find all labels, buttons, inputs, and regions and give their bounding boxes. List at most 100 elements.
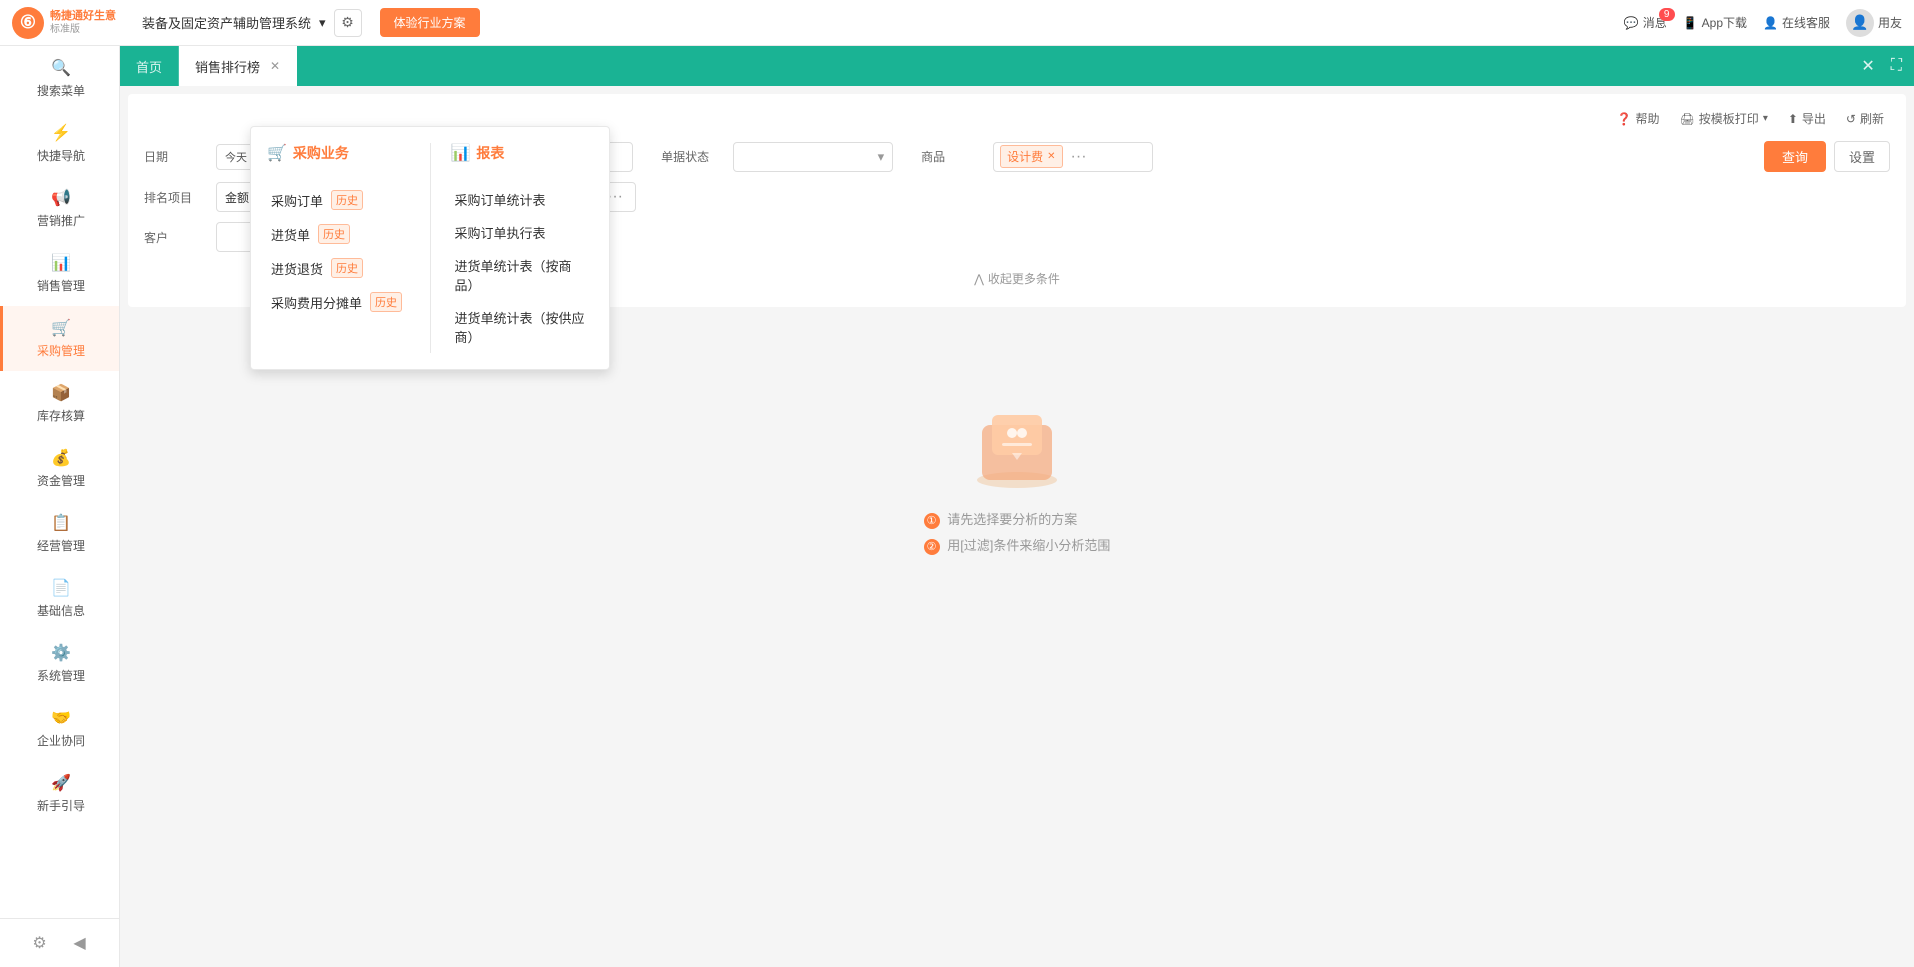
voucher-status-select[interactable]: ▾ bbox=[733, 142, 893, 172]
page-content: ❓ 帮助 🖨 按模板打印 ▾ ⬆ 导出 ↺ bbox=[120, 86, 1914, 967]
action-buttons: 查询 设置 bbox=[1764, 141, 1890, 172]
purchase-expense-label: 采购费用分摊单 bbox=[271, 293, 362, 312]
goods-ellipsis-btn[interactable]: ··· bbox=[1067, 148, 1091, 166]
content-area: 首页 销售排行榜 ✕ ✕ ⛶ ❓ 帮助 bbox=[120, 46, 1914, 967]
sidebar-item-operations[interactable]: 📋 经营管理 bbox=[0, 501, 119, 566]
menu-col-reports: 📊 报表 采购订单统计表 采购订单执行表 进货单统计表（按商品） 进货单统计表（… bbox=[451, 143, 594, 353]
menu-item-purchase-order[interactable]: 采购订单 历史 bbox=[267, 183, 410, 217]
goods-select[interactable]: 设计费 ✕ ··· bbox=[993, 142, 1153, 172]
notification-button[interactable]: 💬 消息 9 bbox=[1624, 14, 1667, 31]
search-icon: 🔍 bbox=[51, 58, 71, 78]
service-icon: 👤 bbox=[1763, 16, 1778, 30]
sidebar-item-sales[interactable]: 📊 销售管理 bbox=[0, 241, 119, 306]
menu-item-inbound-stat-supplier[interactable]: 进货单统计表（按供应商） bbox=[451, 301, 594, 353]
app-download-button[interactable]: 📱 App下载 bbox=[1683, 14, 1747, 31]
sidebar-item-system[interactable]: ⚙️ 系统管理 bbox=[0, 631, 119, 696]
inbound-stat-goods-label: 进货单统计表（按商品） bbox=[455, 256, 590, 294]
sidebar-item-cooperation[interactable]: 🤝 企业协同 bbox=[0, 696, 119, 761]
help-button[interactable]: ❓ 帮助 bbox=[1611, 106, 1666, 131]
sidebar-item-purchase[interactable]: 🛒 采购管理 bbox=[0, 306, 119, 371]
trial-button[interactable]: 体验行业方案 bbox=[380, 8, 480, 37]
sidebar-item-guide[interactable]: 🚀 新手引导 bbox=[0, 761, 119, 826]
system-title-area: 装备及固定资产辅助管理系统 ▾ ⚙ 体验行业方案 bbox=[132, 8, 1624, 37]
rank-item-label: 排名项目 bbox=[144, 189, 204, 206]
system-icon: ⚙️ bbox=[51, 643, 71, 663]
empty-text-area: ① 请先选择要分析的方案 ② 用[过滤]条件来缩小分析范围 bbox=[924, 507, 1111, 557]
sidebar: 🔍 搜索菜单 ⚡ 快捷导航 📢 营销推广 📊 销售管理 🛒 采购管理 📦 库存核… bbox=[0, 46, 120, 967]
print-dropdown-arrow[interactable]: ▾ bbox=[1763, 113, 1768, 124]
sidebar-collapse-button[interactable]: ◀ bbox=[64, 927, 96, 959]
empty-hint1: ① 请先选择要分析的方案 bbox=[924, 509, 1111, 529]
sidebar-label-cooperation: 企业协同 bbox=[37, 732, 85, 749]
menu-item-purchase-order-stat[interactable]: 采购订单统计表 bbox=[451, 183, 594, 216]
tab-sales-rank[interactable]: 销售排行榜 ✕ bbox=[179, 46, 297, 86]
purchase-order-stat-label: 采购订单统计表 bbox=[455, 190, 546, 209]
export-button[interactable]: ⬆ 导出 bbox=[1782, 106, 1832, 131]
settings-button[interactable]: 设置 bbox=[1834, 141, 1890, 172]
tab-close-icon[interactable]: ✕ bbox=[270, 59, 280, 73]
collapse-button[interactable]: ⋀ 收起更多条件 bbox=[974, 270, 1060, 287]
sidebar-label-quick-nav: 快捷导航 bbox=[37, 147, 85, 164]
goods-tag-label: 设计费 bbox=[1007, 148, 1043, 165]
sidebar-label-base-info: 基础信息 bbox=[37, 602, 85, 619]
sidebar-item-marketing[interactable]: 📢 营销推广 bbox=[0, 176, 119, 241]
sidebar-label-purchase: 采购管理 bbox=[37, 342, 85, 359]
user-label: 用友 bbox=[1878, 14, 1902, 31]
export-icon: ⬆ bbox=[1788, 112, 1798, 126]
sidebar-label-guide: 新手引导 bbox=[37, 797, 85, 814]
sidebar-item-quick-nav[interactable]: ⚡ 快捷导航 bbox=[0, 111, 119, 176]
title-dropdown-arrow[interactable]: ▾ bbox=[319, 15, 326, 31]
inbound-return-label: 进货退货 bbox=[271, 259, 323, 278]
sidebar-label-search: 搜索菜单 bbox=[37, 82, 85, 99]
menu-item-purchase-expense[interactable]: 采购费用分摊单 历史 bbox=[267, 285, 410, 319]
logo-text: 畅捷通好生意 标准版 bbox=[50, 9, 116, 36]
message-icon: 💬 bbox=[1624, 16, 1639, 30]
online-service-label: 在线客服 bbox=[1782, 14, 1830, 31]
sidebar-item-inventory[interactable]: 📦 库存核算 bbox=[0, 371, 119, 436]
menu-item-inbound-stat-goods[interactable]: 进货单统计表（按商品） bbox=[451, 249, 594, 301]
marketing-icon: 📢 bbox=[51, 188, 71, 208]
operations-icon: 📋 bbox=[51, 513, 71, 533]
reports-col-title-label: 报表 bbox=[476, 143, 504, 163]
sidebar-item-finance[interactable]: 💰 资金管理 bbox=[0, 436, 119, 501]
tab-expand-button[interactable]: ⛶ bbox=[1887, 53, 1906, 79]
logo-area: ⑥ 畅捷通好生意 标准版 bbox=[12, 7, 132, 39]
sidebar-item-base-info[interactable]: 📄 基础信息 bbox=[0, 566, 119, 631]
print-button[interactable]: 🖨 按模板打印 ▾ bbox=[1674, 106, 1774, 131]
menu-item-purchase-order-exec[interactable]: 采购订单执行表 bbox=[451, 216, 594, 249]
goods-tag-close[interactable]: ✕ bbox=[1047, 151, 1055, 162]
refresh-button[interactable]: ↺ 刷新 bbox=[1840, 106, 1890, 131]
help-icon: ❓ bbox=[1617, 112, 1632, 126]
sales-icon: 📊 bbox=[51, 253, 71, 273]
sidebar-label-operations: 经营管理 bbox=[37, 537, 85, 554]
online-service-button[interactable]: 👤 在线客服 bbox=[1763, 14, 1830, 31]
sidebar-settings-button[interactable]: ⚙ bbox=[24, 927, 56, 959]
tab-close-page-button[interactable]: ✕ bbox=[1857, 52, 1878, 80]
menu-item-inbound-return[interactable]: 进货退货 历史 bbox=[267, 251, 410, 285]
query-button[interactable]: 查询 bbox=[1764, 141, 1826, 172]
base-info-icon: 📄 bbox=[51, 578, 71, 598]
voucher-status-arrow: ▾ bbox=[878, 149, 885, 165]
purchase-expense-hist: 历史 bbox=[370, 292, 402, 312]
sidebar-item-search[interactable]: 🔍 搜索菜单 bbox=[0, 46, 119, 111]
top-header: ⑥ 畅捷通好生意 标准版 装备及固定资产辅助管理系统 ▾ ⚙ 体验行业方案 💬 … bbox=[0, 0, 1914, 46]
purchase-order-exec-label: 采购订单执行表 bbox=[455, 223, 546, 242]
collapse-label: 收起更多条件 bbox=[988, 270, 1060, 287]
hint2-num: ② bbox=[924, 539, 940, 555]
tab-home[interactable]: 首页 bbox=[120, 46, 179, 86]
menu-divider bbox=[430, 143, 431, 353]
customer-label: 客户 bbox=[144, 229, 204, 246]
goods-label: 商品 bbox=[921, 148, 981, 165]
settings-gear-button[interactable]: ⚙ bbox=[334, 9, 362, 37]
tab-bar: 首页 销售排行榜 ✕ ✕ ⛶ bbox=[120, 46, 1914, 86]
quick-nav-icon: ⚡ bbox=[51, 123, 71, 143]
user-menu-button[interactable]: 👤 用友 bbox=[1846, 9, 1902, 37]
tab-sales-rank-label: 销售排行榜 bbox=[195, 57, 260, 76]
menu-item-inbound[interactable]: 进货单 历史 bbox=[267, 217, 410, 251]
empty-svg bbox=[957, 395, 1077, 495]
date-label: 日期 bbox=[144, 148, 204, 165]
system-title-text: 装备及固定资产辅助管理系统 bbox=[142, 13, 311, 32]
empty-illustration bbox=[957, 395, 1077, 495]
export-label: 导出 bbox=[1802, 110, 1826, 127]
print-icon: 🖨 bbox=[1680, 112, 1695, 126]
